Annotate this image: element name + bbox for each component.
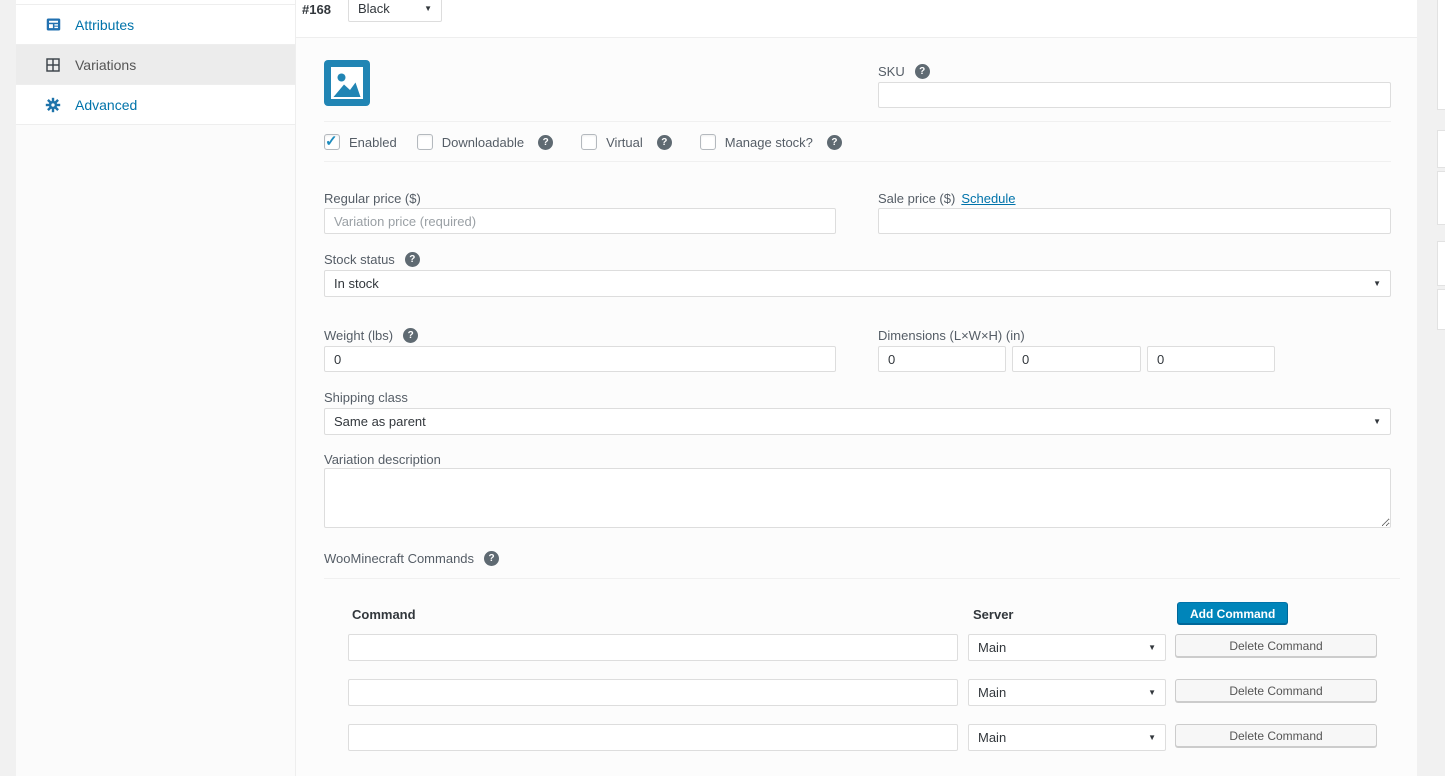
command-input[interactable]	[348, 634, 958, 661]
tab-advanced[interactable]: Advanced	[16, 85, 295, 125]
enabled-checkbox[interactable]: ✓	[324, 133, 340, 150]
enabled-option: ✓ Enabled	[324, 133, 397, 150]
virtual-checkbox[interactable]: ✓	[581, 134, 598, 150]
dimensions-label: Dimensions (L×W×H) (in)	[878, 328, 1025, 343]
checkmark-icon: ✓	[325, 133, 338, 150]
shipping-class-label: Shipping class	[324, 390, 408, 405]
help-icon[interactable]: ?	[538, 134, 554, 150]
regular-price-input[interactable]	[324, 208, 836, 234]
divider	[324, 121, 1391, 122]
dimension-length-input[interactable]	[878, 346, 1006, 372]
server-select[interactable]: Main ▼	[968, 634, 1166, 661]
sku-label: SKU	[878, 64, 905, 79]
command-column-header: Command	[352, 607, 416, 622]
woominecraft-label: WooMinecraft Commands	[324, 551, 475, 566]
woominecraft-label-row: WooMinecraft Commands ?	[324, 551, 500, 566]
server-select[interactable]: Main ▼	[968, 679, 1166, 706]
weight-label: Weight (lbs)	[324, 328, 394, 343]
stock-status-label: Stock status	[324, 252, 395, 267]
variation-description-label: Variation description	[324, 452, 441, 467]
variation-options-row: ✓ Enabled ✓ Downloadable ? ✓ Virtual ? ✓…	[324, 133, 842, 151]
sale-price-label-row: Sale price ($) Schedule	[878, 191, 1016, 206]
manage-stock-label: Manage stock?	[724, 134, 813, 150]
variation-attribute-value: Black	[358, 1, 390, 16]
help-icon[interactable]: ?	[656, 134, 672, 150]
cutoff-panel-edge	[1437, 241, 1445, 286]
variation-image-upload[interactable]	[324, 60, 370, 106]
divider	[324, 161, 1391, 162]
chevron-down-icon: ▼	[1373, 417, 1381, 426]
dimension-width-input[interactable]	[1012, 346, 1141, 372]
server-value: Main	[978, 640, 1007, 655]
downloadable-option: ✓ Downloadable ?	[416, 134, 554, 150]
image-placeholder-icon	[324, 60, 370, 106]
variation-attribute-select[interactable]: Black ▼	[348, 0, 442, 22]
tab-advanced-label: Advanced	[75, 96, 138, 113]
variation-description-textarea[interactable]	[324, 468, 1391, 528]
shipping-class-select[interactable]: Same as parent ▼	[324, 408, 1391, 435]
help-icon[interactable]: ?	[484, 551, 500, 566]
variation-id: #168	[302, 2, 331, 17]
chevron-down-icon: ▼	[1148, 688, 1156, 697]
add-command-button[interactable]: Add Command	[1177, 602, 1289, 625]
command-input[interactable]	[348, 679, 958, 706]
stock-status-select[interactable]: In stock ▼	[324, 270, 1391, 297]
enabled-label: Enabled	[349, 134, 397, 150]
help-icon[interactable]: ?	[403, 328, 419, 343]
sale-price-label: Sale price ($)	[878, 191, 956, 206]
variation-header: #168 Black ▼	[296, 0, 1417, 38]
downloadable-label: Downloadable	[441, 134, 525, 150]
manage-stock-checkbox[interactable]: ✓	[699, 134, 716, 150]
help-icon[interactable]: ?	[826, 134, 842, 150]
virtual-label: Virtual	[606, 134, 643, 150]
stock-status-label-row: Stock status ?	[324, 252, 420, 267]
tab-attributes-label: Attributes	[75, 16, 135, 33]
shipping-class-value: Same as parent	[334, 414, 426, 429]
tab-attributes[interactable]: Attributes	[16, 5, 295, 45]
help-icon[interactable]: ?	[404, 252, 420, 267]
dimension-height-input[interactable]	[1147, 346, 1275, 372]
regular-price-label: Regular price ($)	[324, 191, 421, 206]
tab-variations-label: Variations	[75, 56, 137, 73]
schedule-link[interactable]: Schedule	[961, 191, 1015, 206]
weight-input[interactable]	[324, 346, 836, 372]
sku-label-row: SKU ?	[878, 64, 930, 79]
product-data-tabs: Attributes Variations Advanced	[16, 0, 296, 776]
help-icon[interactable]: ?	[914, 64, 930, 79]
gear-icon	[43, 95, 63, 115]
server-column-header: Server	[973, 607, 1014, 622]
weight-label-row: Weight (lbs) ?	[324, 328, 419, 343]
product-data-panel: Attributes Variations Advanced #168 Blac…	[0, 0, 1445, 776]
delete-command-button[interactable]: Delete Command	[1175, 634, 1377, 657]
chevron-down-icon: ▼	[1148, 733, 1156, 742]
chevron-down-icon: ▼	[1148, 643, 1156, 652]
cutoff-panel-edge	[1437, 171, 1445, 225]
cutoff-panel-edge	[1437, 130, 1445, 168]
server-value: Main	[978, 730, 1007, 745]
divider	[324, 578, 1400, 579]
grid-icon	[43, 55, 63, 75]
cutoff-panel-edge	[1437, 0, 1445, 110]
index-card-icon	[43, 15, 63, 35]
chevron-down-icon: ▼	[1373, 279, 1381, 288]
sale-price-input[interactable]	[878, 208, 1391, 234]
sku-input[interactable]	[878, 82, 1391, 108]
manage-stock-option: ✓ Manage stock? ?	[699, 134, 842, 150]
delete-command-button[interactable]: Delete Command	[1175, 724, 1377, 747]
variation-panel: #168 Black ▼ SKU ? ✓ Enabled Downloadabl…	[296, 0, 1417, 776]
chevron-down-icon: ▼	[424, 4, 432, 13]
command-input[interactable]	[348, 724, 958, 751]
virtual-option: ✓ Virtual ?	[581, 134, 672, 150]
server-value: Main	[978, 685, 1007, 700]
downloadable-checkbox[interactable]: ✓	[416, 134, 433, 150]
tab-variations[interactable]: Variations	[16, 45, 295, 85]
stock-status-value: In stock	[334, 276, 379, 291]
server-select[interactable]: Main ▼	[968, 724, 1166, 751]
delete-command-button[interactable]: Delete Command	[1175, 679, 1377, 702]
cutoff-panel-edge	[1437, 289, 1445, 330]
